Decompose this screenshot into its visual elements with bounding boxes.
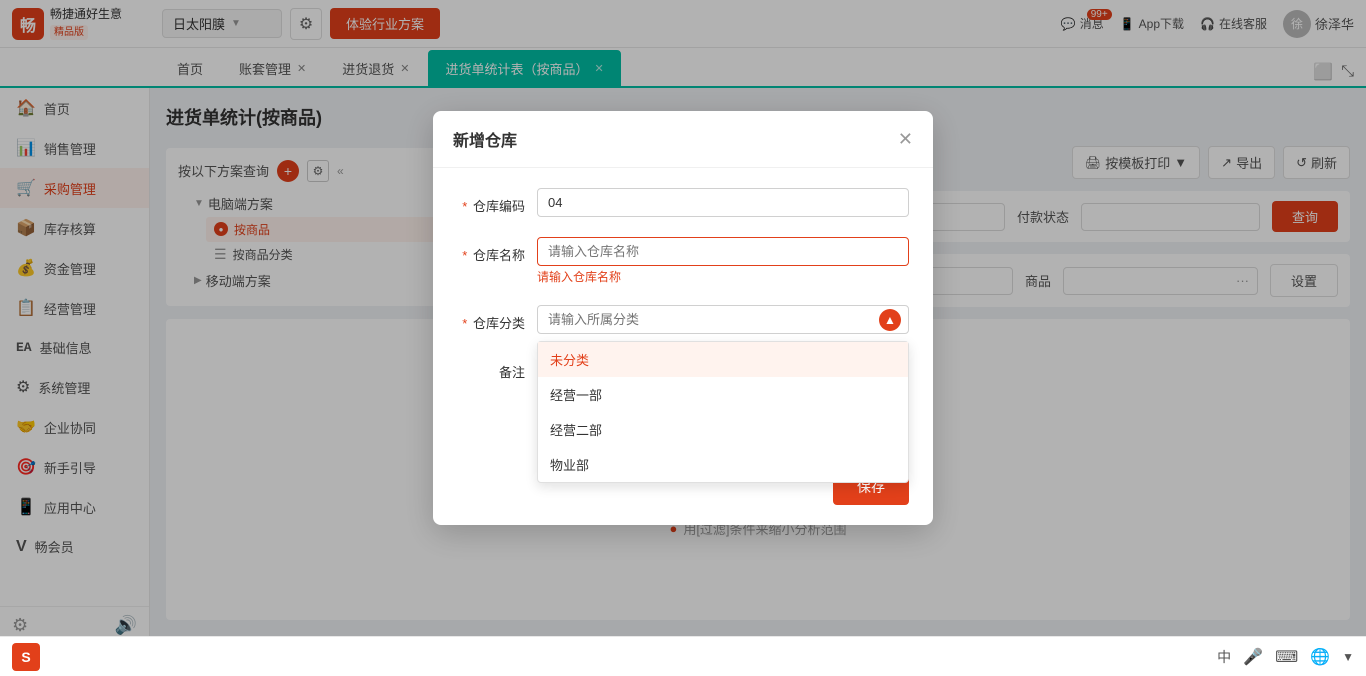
- category-field-wrap: ▲ 未分类 经营一部 经营二部 物业部: [537, 305, 909, 334]
- modal-add-warehouse: 新增仓库 ✕ * 仓库编码 * 仓库名称: [433, 111, 933, 525]
- form-row-name: * 仓库名称 请输入仓库名称: [457, 237, 909, 285]
- modal-header: 新增仓库 ✕: [433, 111, 933, 168]
- code-field-wrap: [537, 188, 909, 217]
- lang-label[interactable]: 中: [1217, 647, 1231, 667]
- modal-overlay: 新增仓库 ✕ * 仓库编码 * 仓库名称: [0, 0, 1366, 636]
- form-row-category: * 仓库分类 ▲ 未分类 经营一部 经营二部 物业部: [457, 305, 909, 334]
- name-input[interactable]: [537, 237, 909, 266]
- caret-down-icon[interactable]: ▼: [1342, 650, 1354, 664]
- note-label: 备注: [457, 354, 537, 381]
- code-required: *: [462, 199, 467, 214]
- modal-title: 新增仓库: [453, 127, 517, 151]
- dropdown-item-3[interactable]: 物业部: [538, 447, 908, 482]
- category-toggle-button[interactable]: ▲: [879, 309, 901, 331]
- keyboard-icon[interactable]: ⌨: [1275, 647, 1298, 667]
- bottom-right: 中 🎤 ⌨ 🌐 ▼: [1217, 647, 1354, 667]
- category-input-wrap: ▲: [537, 305, 909, 334]
- name-error-msg: 请输入仓库名称: [537, 268, 909, 285]
- dropdown-item-0[interactable]: 未分类: [538, 342, 908, 377]
- category-input[interactable]: [537, 305, 909, 334]
- name-required: *: [462, 248, 467, 263]
- bottom-left: S: [12, 643, 40, 671]
- modal-body: * 仓库编码 * 仓库名称 请输入仓库名称: [433, 168, 933, 457]
- category-dropdown: 未分类 经营一部 经营二部 物业部: [537, 341, 909, 483]
- modal-close-button[interactable]: ✕: [898, 129, 913, 150]
- bottombar: S 中 🎤 ⌨ 🌐 ▼: [0, 636, 1366, 676]
- form-row-code: * 仓库编码: [457, 188, 909, 217]
- code-input[interactable]: [537, 188, 909, 217]
- mic-icon[interactable]: 🎤: [1243, 647, 1263, 667]
- name-label: * 仓库名称: [457, 237, 537, 264]
- dropdown-item-1[interactable]: 经营一部: [538, 377, 908, 412]
- s-logo: S: [12, 643, 40, 671]
- category-required: *: [462, 316, 467, 331]
- name-field-wrap: 请输入仓库名称: [537, 237, 909, 285]
- code-label: * 仓库编码: [457, 188, 537, 215]
- category-label: * 仓库分类: [457, 305, 537, 332]
- globe-icon[interactable]: 🌐: [1310, 647, 1330, 667]
- dropdown-item-2[interactable]: 经营二部: [538, 412, 908, 447]
